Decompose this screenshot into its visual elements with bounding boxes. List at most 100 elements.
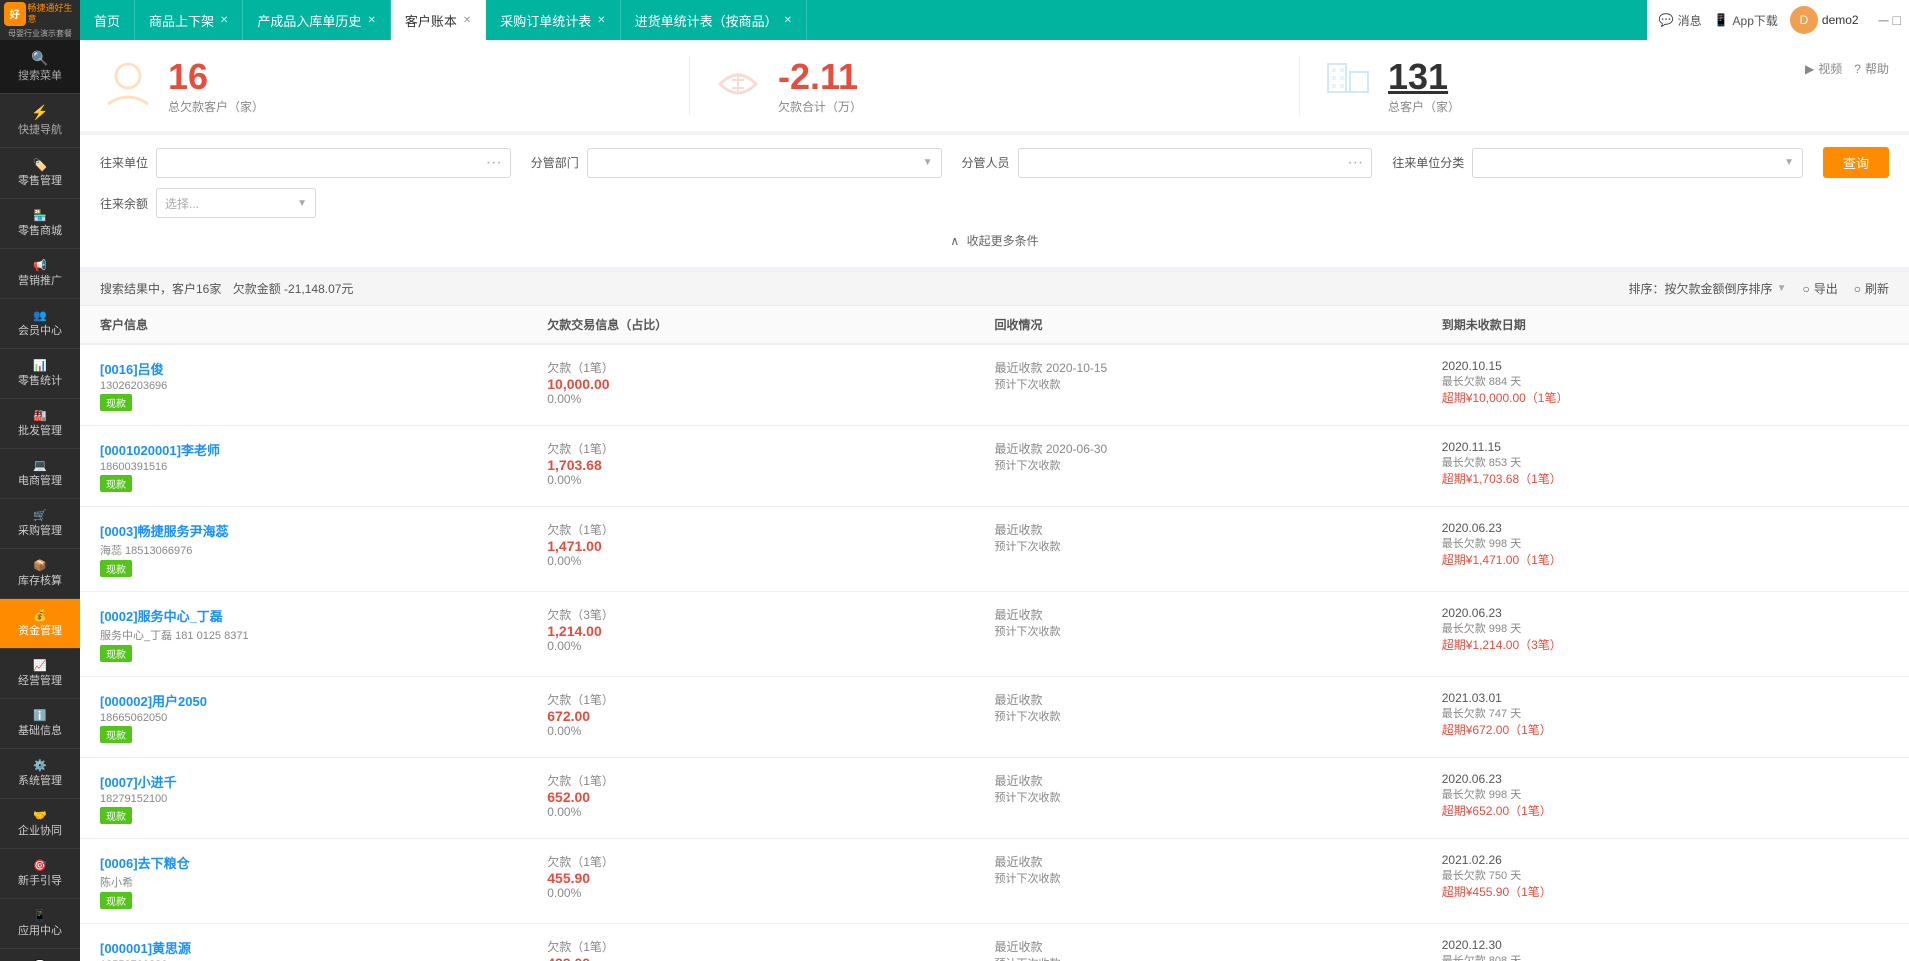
sidebar-item-purchase[interactable]: 🛒 采购管理	[0, 499, 80, 549]
sidebar-item-wholesale[interactable]: 🏭 批发管理	[0, 399, 80, 449]
search-menu[interactable]: 🔍 搜索菜单	[0, 40, 80, 94]
customer-id-7[interactable]: [000001]黄思源	[100, 938, 547, 957]
tab-home[interactable]: 首页	[80, 0, 135, 40]
customer-tag-1: 现款	[100, 475, 132, 492]
debt-amount-7: 429.00	[547, 955, 994, 961]
sidebar-item-operations[interactable]: 📈 经营管理	[0, 649, 80, 699]
tab-purchase-stats[interactable]: 采购订单统计表 ✕	[486, 0, 620, 40]
debt-amount-3: 1,214.00	[547, 623, 994, 639]
customer-id-4[interactable]: [000002]用户2050	[100, 691, 547, 710]
sidebar-item-marketing[interactable]: 📢 营销推广	[0, 249, 80, 299]
tab-purchase-goods[interactable]: 进货单统计表（按商品） ✕	[621, 0, 807, 40]
sidebar-item-system[interactable]: ⚙️ 系统管理	[0, 749, 80, 799]
customer-phone-0: 13026203696	[100, 380, 547, 392]
customer-info-6: [0006]去下粮仓 陈小希 现款	[100, 853, 547, 909]
sidebar-item-appstore[interactable]: 📱 应用中心	[0, 899, 80, 949]
message-button[interactable]: 💬 消息	[1659, 12, 1702, 29]
tab-merchandise[interactable]: 商品上下架 ✕	[135, 0, 243, 40]
maximize-icon[interactable]: □	[1893, 12, 1901, 28]
customer-id-5[interactable]: [0007]小进千	[100, 772, 547, 791]
collapse-button[interactable]: ∧ 收起更多条件	[100, 226, 1889, 255]
overdue-amount-3[interactable]: 超期¥1,214.00（3笔）	[1442, 636, 1889, 653]
source-unit-input[interactable]: ···	[156, 148, 511, 178]
customer-info-0: [0016]吕俊 13026203696 现款	[100, 359, 547, 411]
person-dots: ···	[1347, 154, 1363, 172]
overdue-amount-4[interactable]: 超期¥672.00（1笔）	[1442, 721, 1889, 738]
tab-close-merchandise[interactable]: ✕	[220, 15, 228, 26]
refresh-icon: ○	[1854, 282, 1861, 296]
sidebar-item-retail-mgmt[interactable]: 🏷️ 零售管理	[0, 148, 80, 199]
customer-id-1[interactable]: [0001020001]李老师	[100, 440, 547, 459]
debt-info-1: 欠款（1笔） 1,703.68 0.00%	[547, 440, 994, 487]
customer-id-3[interactable]: [0002]服务中心_丁磊	[100, 606, 547, 625]
overdue-days-2: 最长欠款 998 天	[1442, 535, 1889, 551]
debt-amount-0: 10,000.00	[547, 376, 994, 392]
recent-date-1: 最近收款 2020-06-30	[995, 440, 1442, 457]
customer-phone-4: 18665062050	[100, 712, 547, 724]
recovery-info-6: 最近收款 预计下次收款	[995, 853, 1442, 886]
debt-info-2: 欠款（1笔） 1,471.00 0.00%	[547, 521, 994, 568]
customer-id-6[interactable]: [0006]去下粮仓	[100, 853, 547, 872]
balance-select[interactable]: 选择... ▼	[156, 188, 316, 218]
help-button[interactable]: ? 帮助	[1854, 60, 1889, 77]
sidebar-item-basic[interactable]: ℹ️ 基础信息	[0, 699, 80, 749]
sidebar-item-wechat[interactable]: 💬 企业微信	[0, 949, 80, 961]
tab-close-purchase[interactable]: ✕	[597, 15, 605, 26]
retail-stats-icon: 📊	[4, 359, 76, 372]
tab-close-customer[interactable]: ✕	[463, 15, 471, 26]
overdue-amount-5[interactable]: 超期¥652.00（1笔）	[1442, 802, 1889, 819]
tab-close-goods[interactable]: ✕	[784, 15, 792, 26]
search-button[interactable]: 查询	[1823, 147, 1889, 178]
predict-2: 预计下次收款	[995, 538, 1442, 554]
sidebar-item-finance[interactable]: 💰 资金管理	[0, 599, 80, 649]
minimize-icon[interactable]: ─	[1879, 12, 1889, 28]
overdue-amount-0[interactable]: 超期¥10,000.00（1笔）	[1442, 389, 1889, 406]
sidebar-item-inventory[interactable]: 📦 库存核算	[0, 549, 80, 599]
customer-info-5: [0007]小进千 18279152100 现款	[100, 772, 547, 824]
customer-id-2[interactable]: [0003]畅捷服务尹海蕊	[100, 521, 547, 540]
customer-tag-2: 现款	[100, 560, 132, 577]
customer-id-0[interactable]: [0016]吕俊	[100, 359, 547, 378]
sidebar-item-member[interactable]: 👥 会员中心	[0, 299, 80, 349]
person-input[interactable]: ···	[1018, 148, 1373, 178]
sidebar-item-collab[interactable]: 🤝 企业协同	[0, 799, 80, 849]
quick-nav[interactable]: ⚡ 快捷导航	[0, 94, 80, 148]
overdue-amount-2[interactable]: 超期¥1,471.00（1笔）	[1442, 551, 1889, 568]
quick-nav-icon: ⚡	[4, 104, 76, 121]
refresh-button[interactable]: ○ 刷新	[1854, 280, 1889, 297]
debt-note-1: 欠款（1笔）	[547, 440, 994, 457]
overdue-amount-1[interactable]: 超期¥1,703.68（1笔）	[1442, 470, 1889, 487]
customer-info-4: [000002]用户2050 18665062050 现款	[100, 691, 547, 743]
export-button[interactable]: ○ 导出	[1802, 280, 1837, 297]
debt-ratio-0: 0.00%	[547, 392, 994, 406]
unit-classify-select[interactable]: ▼	[1472, 148, 1803, 178]
overdue-days-4: 最长欠款 747 天	[1442, 705, 1889, 721]
sidebar-item-ecommerce[interactable]: 💻 电商管理	[0, 449, 80, 499]
recent-date-3: 最近收款	[995, 606, 1442, 623]
dept-label: 分管部门	[531, 154, 579, 171]
customer-phone-6: 陈小希	[100, 874, 547, 890]
overdue-amount-6[interactable]: 超期¥455.90（1笔）	[1442, 883, 1889, 900]
inventory-icon: 📦	[4, 559, 76, 572]
customer-phone-1: 18600391516	[100, 461, 547, 473]
dept-select[interactable]: ▼	[587, 148, 942, 178]
debt-total: -2.11	[778, 56, 862, 98]
view-video-button[interactable]: ▶ 视频	[1805, 60, 1842, 77]
user-avatar[interactable]: D demo2	[1790, 6, 1859, 34]
sidebar-item-guide[interactable]: 🎯 新手引导	[0, 849, 80, 899]
due-date-info-2: 2020.06.23 最长欠款 998 天 超期¥1,471.00（1笔）	[1442, 521, 1889, 568]
app-download-button[interactable]: 📱 App下载	[1714, 12, 1778, 29]
customer-info-7: [000001]黄思源 13552700226 现款	[100, 938, 547, 961]
debt-ratio-2: 0.00%	[547, 554, 994, 568]
guide-icon: 🎯	[4, 859, 76, 872]
sidebar-item-retail-stats[interactable]: 📊 零售统计	[0, 349, 80, 399]
recovery-info-3: 最近收款 预计下次收款	[995, 606, 1442, 639]
sidebar-item-retail-mall[interactable]: 🏪 零售商城	[0, 199, 80, 249]
tab-production[interactable]: 产成品入库单历史 ✕	[243, 0, 390, 40]
tab-close-production[interactable]: ✕	[367, 15, 375, 26]
tab-customer-account[interactable]: 客户账本 ✕	[391, 0, 486, 40]
system-icon: ⚙️	[4, 759, 76, 772]
overdue-days-1: 最长欠款 853 天	[1442, 454, 1889, 470]
recent-date-4: 最近收款	[995, 691, 1442, 708]
export-icon: ○	[1802, 282, 1809, 296]
